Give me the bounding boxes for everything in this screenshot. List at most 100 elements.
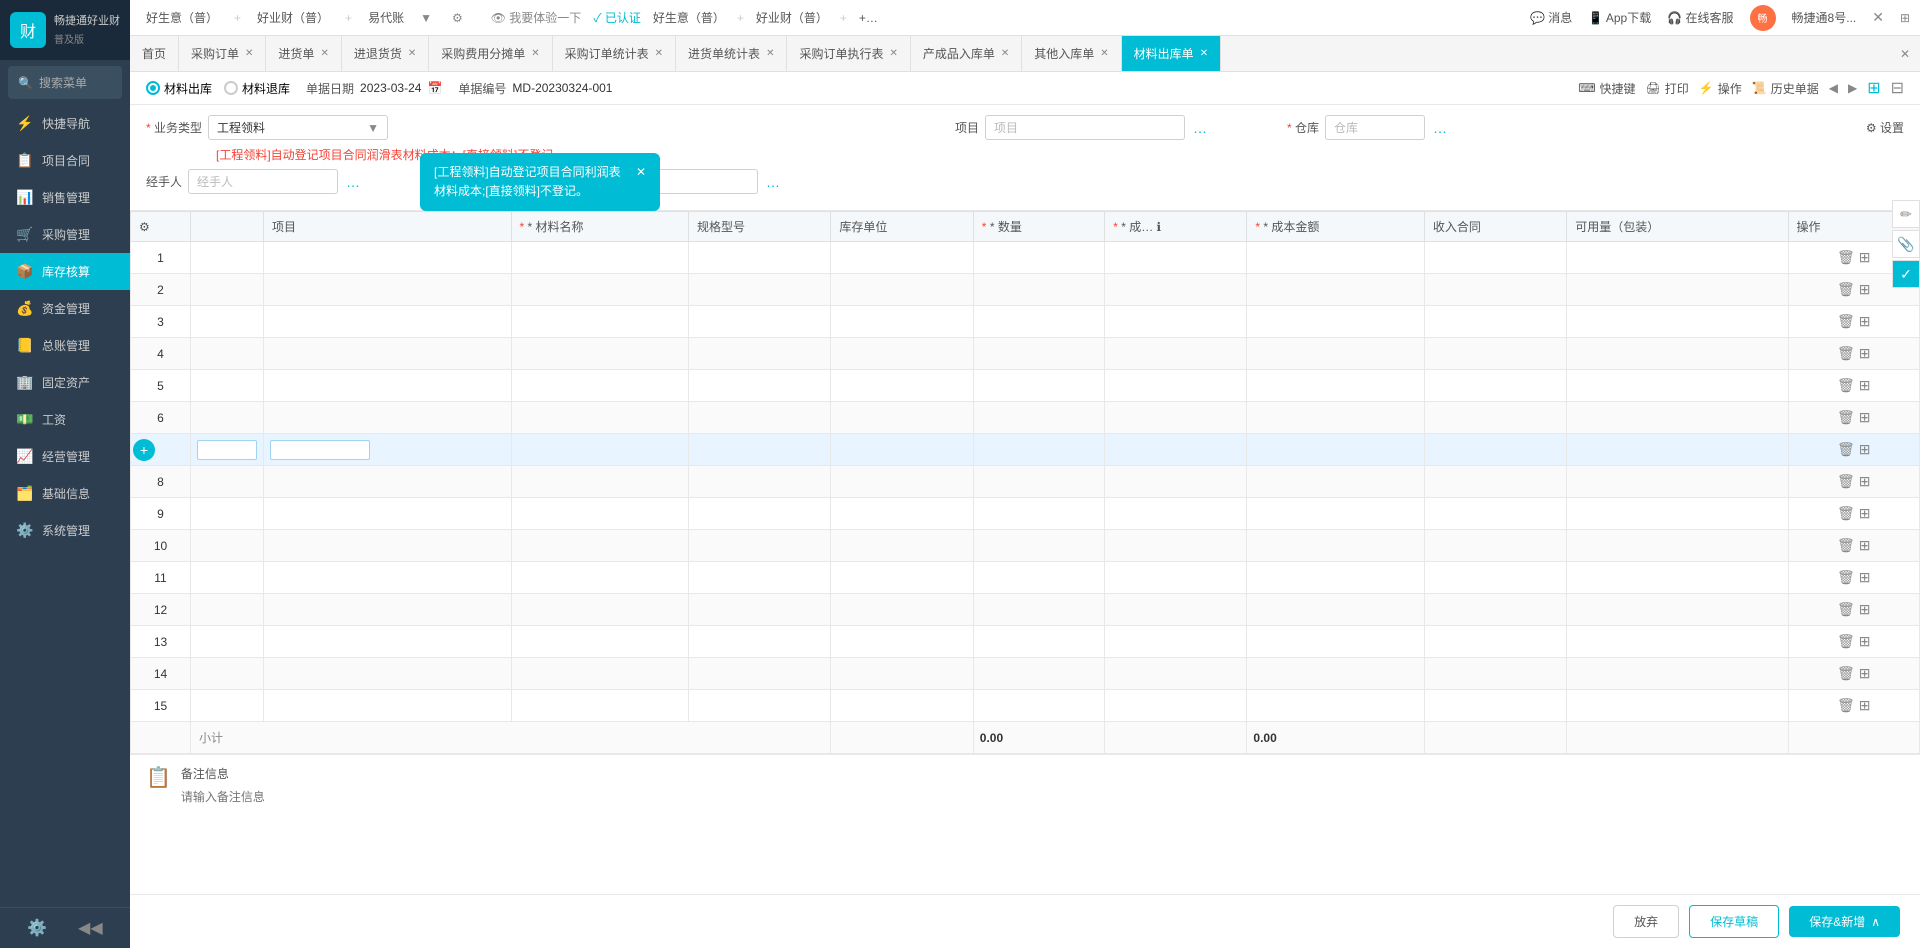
topbar-nav-item-1[interactable]: 好生意（普） <box>140 7 224 28</box>
copy-row-btn[interactable]: ⊞ <box>1859 249 1871 265</box>
copy-row-btn[interactable]: ⊞ <box>1859 377 1871 393</box>
delete-row-btn[interactable]: 🗑 <box>1837 601 1855 617</box>
tab-goods-stats[interactable]: 进货单统计表 ✕ <box>676 36 787 72</box>
delete-row-btn[interactable]: 🗑 <box>1837 665 1855 681</box>
tab-finished-goods[interactable]: 产成品入库单 ✕ <box>911 36 1022 72</box>
save-draft-button[interactable]: 保存草稿 <box>1689 905 1779 938</box>
copy-row-btn[interactable]: ⊞ <box>1859 697 1871 713</box>
save-new-button[interactable]: 保存&新增 ∧ <box>1789 906 1900 937</box>
topbar-nav2-item-2[interactable]: 好业财（普） <box>756 9 828 26</box>
tab-material-issue[interactable]: 材料出库单 ✕ <box>1122 36 1221 72</box>
topbar-username[interactable]: 畅捷通8号... <box>1792 9 1857 26</box>
topbar-app-download[interactable]: 📱 App下载 <box>1588 9 1651 26</box>
tabbar-more[interactable]: ✕ <box>1890 47 1920 61</box>
copy-row-btn[interactable]: ⊞ <box>1859 505 1871 521</box>
copy-row-btn[interactable]: ⊞ <box>1859 313 1871 329</box>
agent-dots-btn[interactable]: … <box>346 174 360 190</box>
topbar-nav2-item-1[interactable]: 好生意（普） <box>653 9 725 26</box>
form-settings-btn[interactable]: ⚙ 设置 <box>1866 119 1904 136</box>
sidebar-item-shortcut[interactable]: ⚡ 快捷导航 <box>0 105 130 142</box>
number-value[interactable]: MD-20230324-001 <box>512 81 612 95</box>
history-btn[interactable]: 📜 历史单据 <box>1752 80 1819 97</box>
tab-purchase-order[interactable]: 采购订单 ✕ <box>179 36 266 72</box>
operate-btn[interactable]: ⚡ 操作 <box>1699 80 1742 97</box>
tab-close-icon[interactable]: ✕ <box>320 48 328 59</box>
topbar-grid-icon[interactable]: ⊞ <box>1900 11 1910 25</box>
sidebar-item-project[interactable]: 📋 项目合同 <box>0 142 130 179</box>
sidebar-item-system[interactable]: ⚙️ 系统管理 <box>0 512 130 549</box>
delete-row-btn[interactable]: 🗑 <box>1837 377 1855 393</box>
collapse-icon[interactable]: ◀◀ <box>78 918 103 938</box>
view-grid-btn[interactable]: ⊞ <box>1867 78 1880 98</box>
date-value[interactable]: 2023-03-24 <box>360 81 421 95</box>
copy-row-btn[interactable]: ⊞ <box>1859 441 1871 457</box>
notes-input[interactable] <box>181 786 781 804</box>
save-new-arrow-icon[interactable]: ∧ <box>1871 915 1880 929</box>
agent-input[interactable]: 经手人 <box>188 169 338 194</box>
tab-purchase-execution[interactable]: 采购订单执行表 ✕ <box>787 36 910 72</box>
delete-row-btn[interactable]: 🗑 <box>1837 473 1855 489</box>
topbar-dropdown-arrow[interactable]: ▼ <box>414 9 438 27</box>
right-icon-check[interactable]: ✓ <box>1892 260 1920 288</box>
delete-row-btn[interactable]: 🗑 <box>1837 505 1855 521</box>
col-settings[interactable]: ⚙ <box>131 212 191 242</box>
copy-row-btn[interactable]: ⊞ <box>1859 633 1871 649</box>
tab-purchase-fee[interactable]: 采购费用分摊单 ✕ <box>429 36 552 72</box>
delete-row-btn[interactable]: 🗑 <box>1837 633 1855 649</box>
tab-close-icon[interactable]: ✕ <box>531 48 539 59</box>
topbar-nav-item-2[interactable]: 好业财（普） <box>251 7 335 28</box>
copy-row-btn[interactable]: ⊞ <box>1859 281 1871 297</box>
print-btn[interactable]: 🖨 打印 <box>1646 80 1689 97</box>
sidebar-item-accounting[interactable]: 📒 总账管理 <box>0 327 130 364</box>
tab-other-receipt[interactable]: 其他入库单 ✕ <box>1022 36 1121 72</box>
right-icon-edit[interactable]: ✏ <box>1892 200 1920 228</box>
delete-row-btn[interactable]: 🗑 <box>1837 409 1855 425</box>
tab-close-icon[interactable]: ✕ <box>655 48 663 59</box>
topbar-avatar[interactable]: 畅 <box>1750 5 1776 31</box>
warehouse-input[interactable]: 仓库 <box>1325 115 1425 140</box>
search-menu[interactable]: 🔍 搜索菜单 <box>8 66 122 99</box>
sidebar-item-salary[interactable]: 💵 工资 <box>0 401 130 438</box>
topbar-experience[interactable]: 👁 我要体验一下 <box>491 9 582 26</box>
warehouse-dots-btn[interactable]: … <box>1433 120 1447 136</box>
delete-row-btn[interactable]: 🗑 <box>1837 537 1855 553</box>
sidebar-item-purchase[interactable]: 🛒 采购管理 <box>0 216 130 253</box>
tab-close-icon[interactable]: ✕ <box>766 48 774 59</box>
right-icon-clip[interactable]: 📎 <box>1892 230 1920 258</box>
view-list-btn[interactable]: ⊟ <box>1891 78 1904 98</box>
delete-row-btn[interactable]: 🗑 <box>1837 697 1855 713</box>
topbar-settings-icon[interactable]: ⚙ <box>452 11 463 25</box>
radio-material-issue[interactable]: 材料出库 <box>146 80 212 97</box>
shortcut-key-btn[interactable]: ⌨ 快捷键 <box>1578 80 1635 97</box>
delete-row-btn[interactable]: 🗑 <box>1837 345 1855 361</box>
tab-close-icon[interactable]: ✕ <box>1001 48 1009 59</box>
sidebar-item-sales[interactable]: 📊 销售管理 <box>0 179 130 216</box>
copy-row-btn[interactable]: ⊞ <box>1859 473 1871 489</box>
copy-row-btn[interactable]: ⊞ <box>1859 569 1871 585</box>
radio-material-return[interactable]: 材料退库 <box>224 80 290 97</box>
nav-next-btn[interactable]: ▶ <box>1848 81 1857 95</box>
delete-row-btn[interactable]: 🗑 <box>1837 313 1855 329</box>
copy-row-btn[interactable]: ⊞ <box>1859 409 1871 425</box>
sidebar-item-finance[interactable]: 💰 资金管理 <box>0 290 130 327</box>
topbar-close-icon[interactable]: ✕ <box>1872 9 1884 26</box>
copy-row-btn[interactable]: ⊞ <box>1859 601 1871 617</box>
business-type-select[interactable]: 工程领料 ▼ <box>208 115 388 140</box>
sidebar-item-operations[interactable]: 📈 经营管理 <box>0 438 130 475</box>
tab-goods-receipt[interactable]: 进货单 ✕ <box>266 36 341 72</box>
delete-row-btn[interactable]: 🗑 <box>1837 441 1855 457</box>
tooltip-close-btn[interactable]: ✕ <box>636 163 646 182</box>
delete-row-btn[interactable]: 🗑 <box>1837 281 1855 297</box>
settings-bottom-icon[interactable]: ⚙️ <box>27 918 47 938</box>
topbar-online-service[interactable]: 🎧 在线客服 <box>1667 9 1733 26</box>
tab-close-icon[interactable]: ✕ <box>1100 48 1108 59</box>
tab-close-icon[interactable]: ✕ <box>1200 48 1208 59</box>
copy-row-btn[interactable]: ⊞ <box>1859 665 1871 681</box>
income-contract-dots-btn[interactable]: … <box>766 174 780 190</box>
delete-row-btn[interactable]: 🗑 <box>1837 569 1855 585</box>
tab-return-goods[interactable]: 进退货货 ✕ <box>342 36 429 72</box>
tab-home[interactable]: 首页 <box>130 36 179 72</box>
copy-row-btn[interactable]: ⊞ <box>1859 345 1871 361</box>
discard-button[interactable]: 放弃 <box>1613 905 1679 938</box>
row7-col1-input[interactable] <box>197 440 257 460</box>
